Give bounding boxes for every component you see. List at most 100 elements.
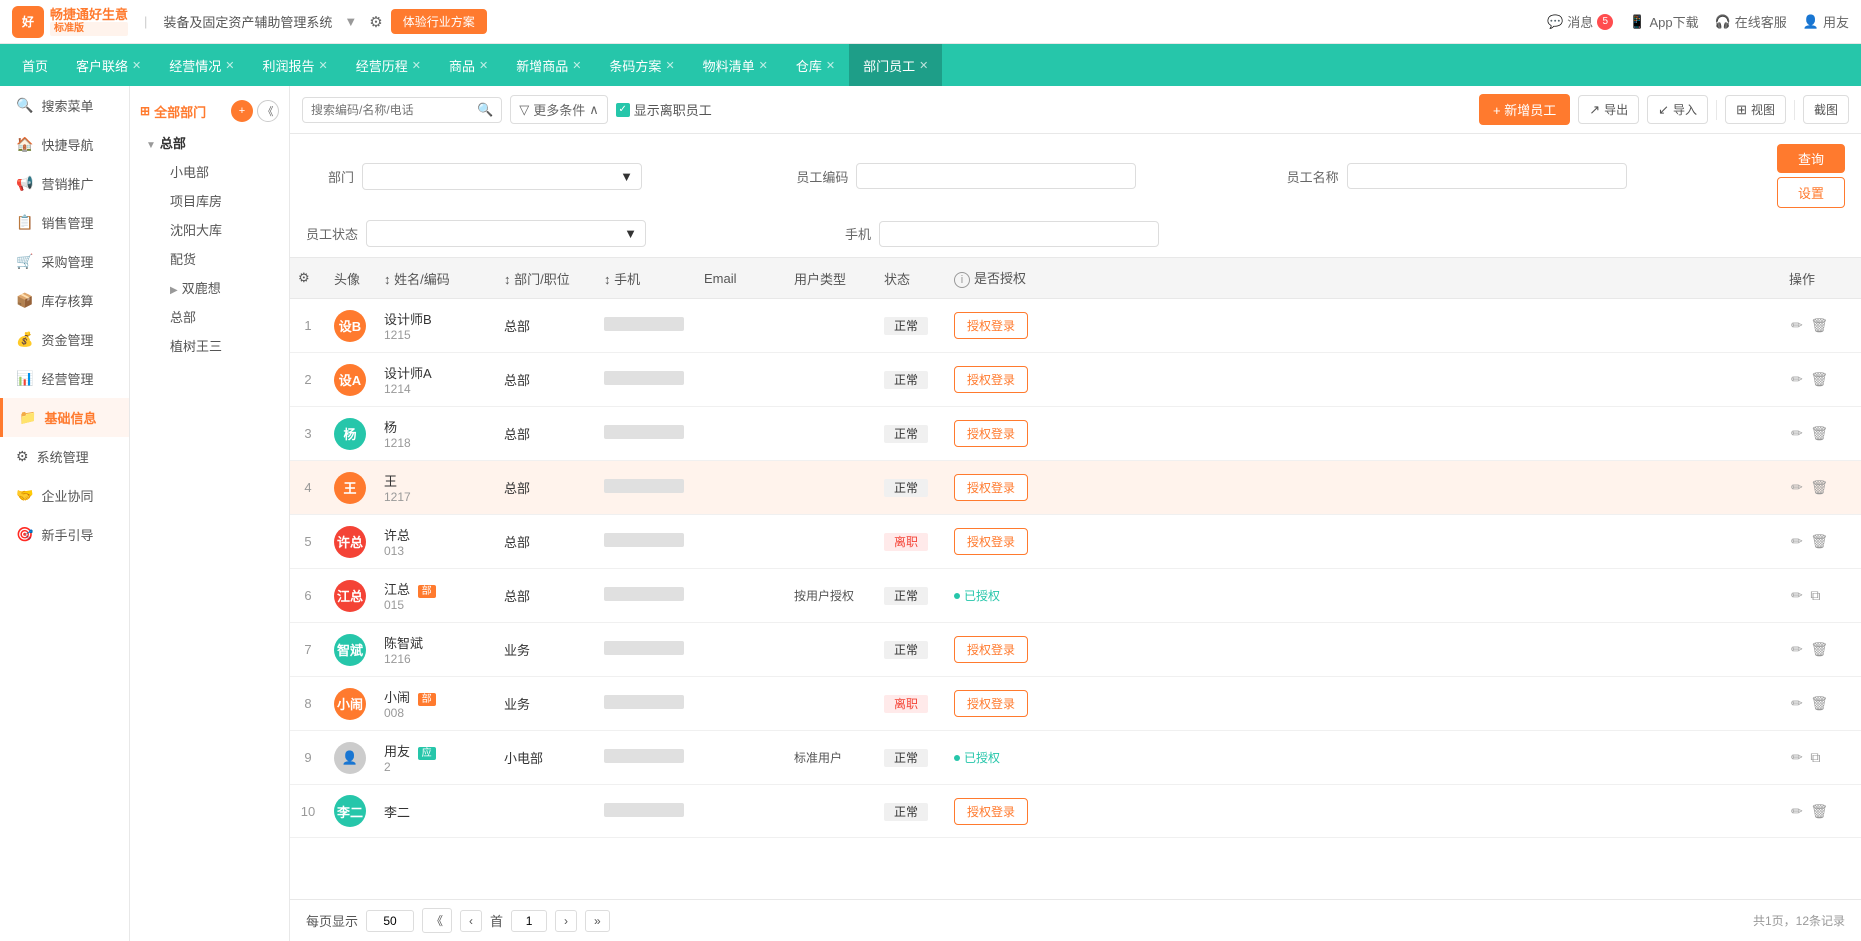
- dept-node-general[interactable]: ▼总部: [130, 128, 289, 157]
- delete-btn[interactable]: 🗑: [1810, 695, 1828, 711]
- emp-name-input[interactable]: [1347, 163, 1627, 189]
- screenshot-btn[interactable]: 截图: [1803, 95, 1849, 124]
- nav-home[interactable]: 首页: [8, 44, 62, 86]
- edit-btn[interactable]: ✏: [1791, 749, 1803, 765]
- phone-input[interactable]: [879, 221, 1159, 247]
- nav-close-add-goods[interactable]: ✕: [572, 59, 581, 72]
- dept-node-zhishu[interactable]: 植树王三: [154, 331, 289, 360]
- nav-goods[interactable]: 商品 ✕: [435, 44, 502, 86]
- edit-btn[interactable]: ✏: [1791, 641, 1803, 657]
- sidebar-item-sales[interactable]: 📋 销售管理: [0, 203, 129, 242]
- prev-page-btn[interactable]: ‹: [460, 910, 482, 932]
- search-input[interactable]: [311, 103, 471, 117]
- col-phone[interactable]: ↕ 手机: [596, 258, 696, 299]
- sidebar-item-purchase[interactable]: 🛒 采购管理: [0, 242, 129, 281]
- nav-bom[interactable]: 物料清单 ✕: [689, 44, 782, 86]
- nav-close-goods[interactable]: ✕: [479, 59, 488, 72]
- nav-operation[interactable]: 经营情况 ✕: [155, 44, 248, 86]
- show-resigned-label[interactable]: ✓ 显示离职员工: [616, 100, 712, 119]
- last-page-btn[interactable]: »: [585, 910, 610, 932]
- nav-history[interactable]: 经营历程 ✕: [342, 44, 435, 86]
- next-page-btn[interactable]: ›: [555, 910, 577, 932]
- nav-close-profit[interactable]: ✕: [319, 59, 328, 72]
- copy-btn[interactable]: ⧉: [1810, 749, 1820, 765]
- delete-btn[interactable]: 🗑: [1810, 479, 1828, 495]
- view-btn[interactable]: ⊞视图: [1725, 95, 1786, 124]
- edit-btn[interactable]: ✏: [1791, 371, 1803, 387]
- sidebar-item-collab[interactable]: 🤝 企业协同: [0, 476, 129, 515]
- auth-btn[interactable]: 授权登录: [954, 474, 1028, 501]
- sidebar-item-finance[interactable]: 💰 资金管理: [0, 320, 129, 359]
- emp-code-input[interactable]: [856, 163, 1136, 189]
- delete-btn[interactable]: 🗑: [1810, 371, 1828, 387]
- auth-btn[interactable]: 授权登录: [954, 798, 1028, 825]
- per-page-input[interactable]: [366, 910, 414, 932]
- nav-close-warehouse[interactable]: ✕: [826, 59, 835, 72]
- dept-node-shuanglu[interactable]: ▶双鹿想: [154, 273, 289, 302]
- nav-profit[interactable]: 利润报告 ✕: [248, 44, 341, 86]
- dept-header-label[interactable]: ⊞ 全部部门: [140, 102, 206, 121]
- nav-add-goods[interactable]: 新增商品 ✕: [502, 44, 595, 86]
- nav-close-operation[interactable]: ✕: [225, 59, 234, 72]
- sidebar-item-search[interactable]: 🔍 搜索菜单: [0, 86, 129, 125]
- set-btn[interactable]: 设置: [1777, 177, 1845, 208]
- dept-node-project[interactable]: 项目库房: [154, 186, 289, 215]
- online-service-btn[interactable]: 🎧 在线客服: [1715, 12, 1787, 31]
- dept-node-shenyang[interactable]: 沈阳大库: [154, 215, 289, 244]
- nav-close-bom[interactable]: ✕: [759, 59, 768, 72]
- nav-close-customer[interactable]: ✕: [132, 59, 141, 72]
- sidebar-item-guide[interactable]: 🎯 新手引导: [0, 515, 129, 554]
- message-btn[interactable]: 💬 消息 5: [1547, 12, 1613, 31]
- edit-btn[interactable]: ✏: [1791, 695, 1803, 711]
- sidebar-item-inventory[interactable]: 📦 库存核算: [0, 281, 129, 320]
- delete-btn[interactable]: 🗑: [1810, 803, 1828, 819]
- auth-btn[interactable]: 授权登录: [954, 636, 1028, 663]
- query-btn[interactable]: 查询: [1777, 144, 1845, 173]
- sidebar-item-system[interactable]: ⚙ 系统管理: [0, 437, 129, 476]
- delete-btn[interactable]: 🗑: [1810, 317, 1828, 333]
- add-employee-btn[interactable]: + 新增员工: [1479, 94, 1570, 125]
- dept-select[interactable]: ▼: [362, 163, 642, 190]
- dropdown-icon[interactable]: ▼: [344, 14, 357, 29]
- edit-btn[interactable]: ✏: [1791, 587, 1803, 603]
- nav-dept-staff[interactable]: 部门员工 ✕: [849, 44, 942, 86]
- page-num-input[interactable]: [511, 910, 547, 932]
- sidebar-item-nav[interactable]: 🏠 快捷导航: [0, 125, 129, 164]
- sidebar-item-operations[interactable]: 📊 经营管理: [0, 359, 129, 398]
- show-resigned-checkbox[interactable]: ✓: [616, 103, 630, 117]
- export-btn[interactable]: ↗导出: [1578, 95, 1639, 124]
- delete-btn[interactable]: 🗑: [1810, 533, 1828, 549]
- nav-close-barcode[interactable]: ✕: [665, 59, 674, 72]
- auth-info-icon[interactable]: i: [954, 272, 970, 288]
- nav-close-dept-staff[interactable]: ✕: [919, 59, 928, 72]
- edit-btn[interactable]: ✏: [1791, 317, 1803, 333]
- delete-btn[interactable]: 🗑: [1810, 425, 1828, 441]
- user-btn[interactable]: 👤 用友: [1803, 12, 1849, 31]
- auth-btn[interactable]: 授权登录: [954, 366, 1028, 393]
- collapse-btn[interactable]: 《: [257, 100, 279, 122]
- edit-btn[interactable]: ✏: [1791, 533, 1803, 549]
- auth-btn[interactable]: 授权登录: [954, 420, 1028, 447]
- settings-icon[interactable]: ⚙: [369, 13, 382, 31]
- col-dept[interactable]: ↕ 部门/职位: [496, 258, 596, 299]
- nav-close-history[interactable]: ✕: [412, 59, 421, 72]
- edit-btn[interactable]: ✏: [1791, 425, 1803, 441]
- auth-btn[interactable]: 授权登录: [954, 690, 1028, 717]
- sidebar-item-marketing[interactable]: 📢 营销推广: [0, 164, 129, 203]
- auth-btn[interactable]: 授权登录: [954, 312, 1028, 339]
- app-download-btn[interactable]: 📱 App下载: [1629, 12, 1698, 31]
- nav-warehouse[interactable]: 仓库 ✕: [782, 44, 849, 86]
- emp-status-select[interactable]: ▼: [366, 220, 646, 247]
- auth-btn[interactable]: 授权登录: [954, 528, 1028, 555]
- first-page-btn[interactable]: 《: [422, 908, 452, 933]
- import-btn[interactable]: ↙导入: [1647, 95, 1708, 124]
- dept-node-zongbu[interactable]: 总部: [154, 302, 289, 331]
- trial-button[interactable]: 体验行业方案: [391, 9, 487, 34]
- copy-btn[interactable]: ⧉: [1810, 587, 1820, 603]
- col-name[interactable]: ↕ 姓名/编码: [376, 258, 496, 299]
- sidebar-item-basic[interactable]: 📁 基础信息: [0, 398, 129, 437]
- filter-more-btn[interactable]: ▽ 更多条件 ∧: [510, 95, 608, 124]
- edit-btn[interactable]: ✏: [1791, 803, 1803, 819]
- edit-btn[interactable]: ✏: [1791, 479, 1803, 495]
- col-settings[interactable]: ⚙: [290, 258, 326, 299]
